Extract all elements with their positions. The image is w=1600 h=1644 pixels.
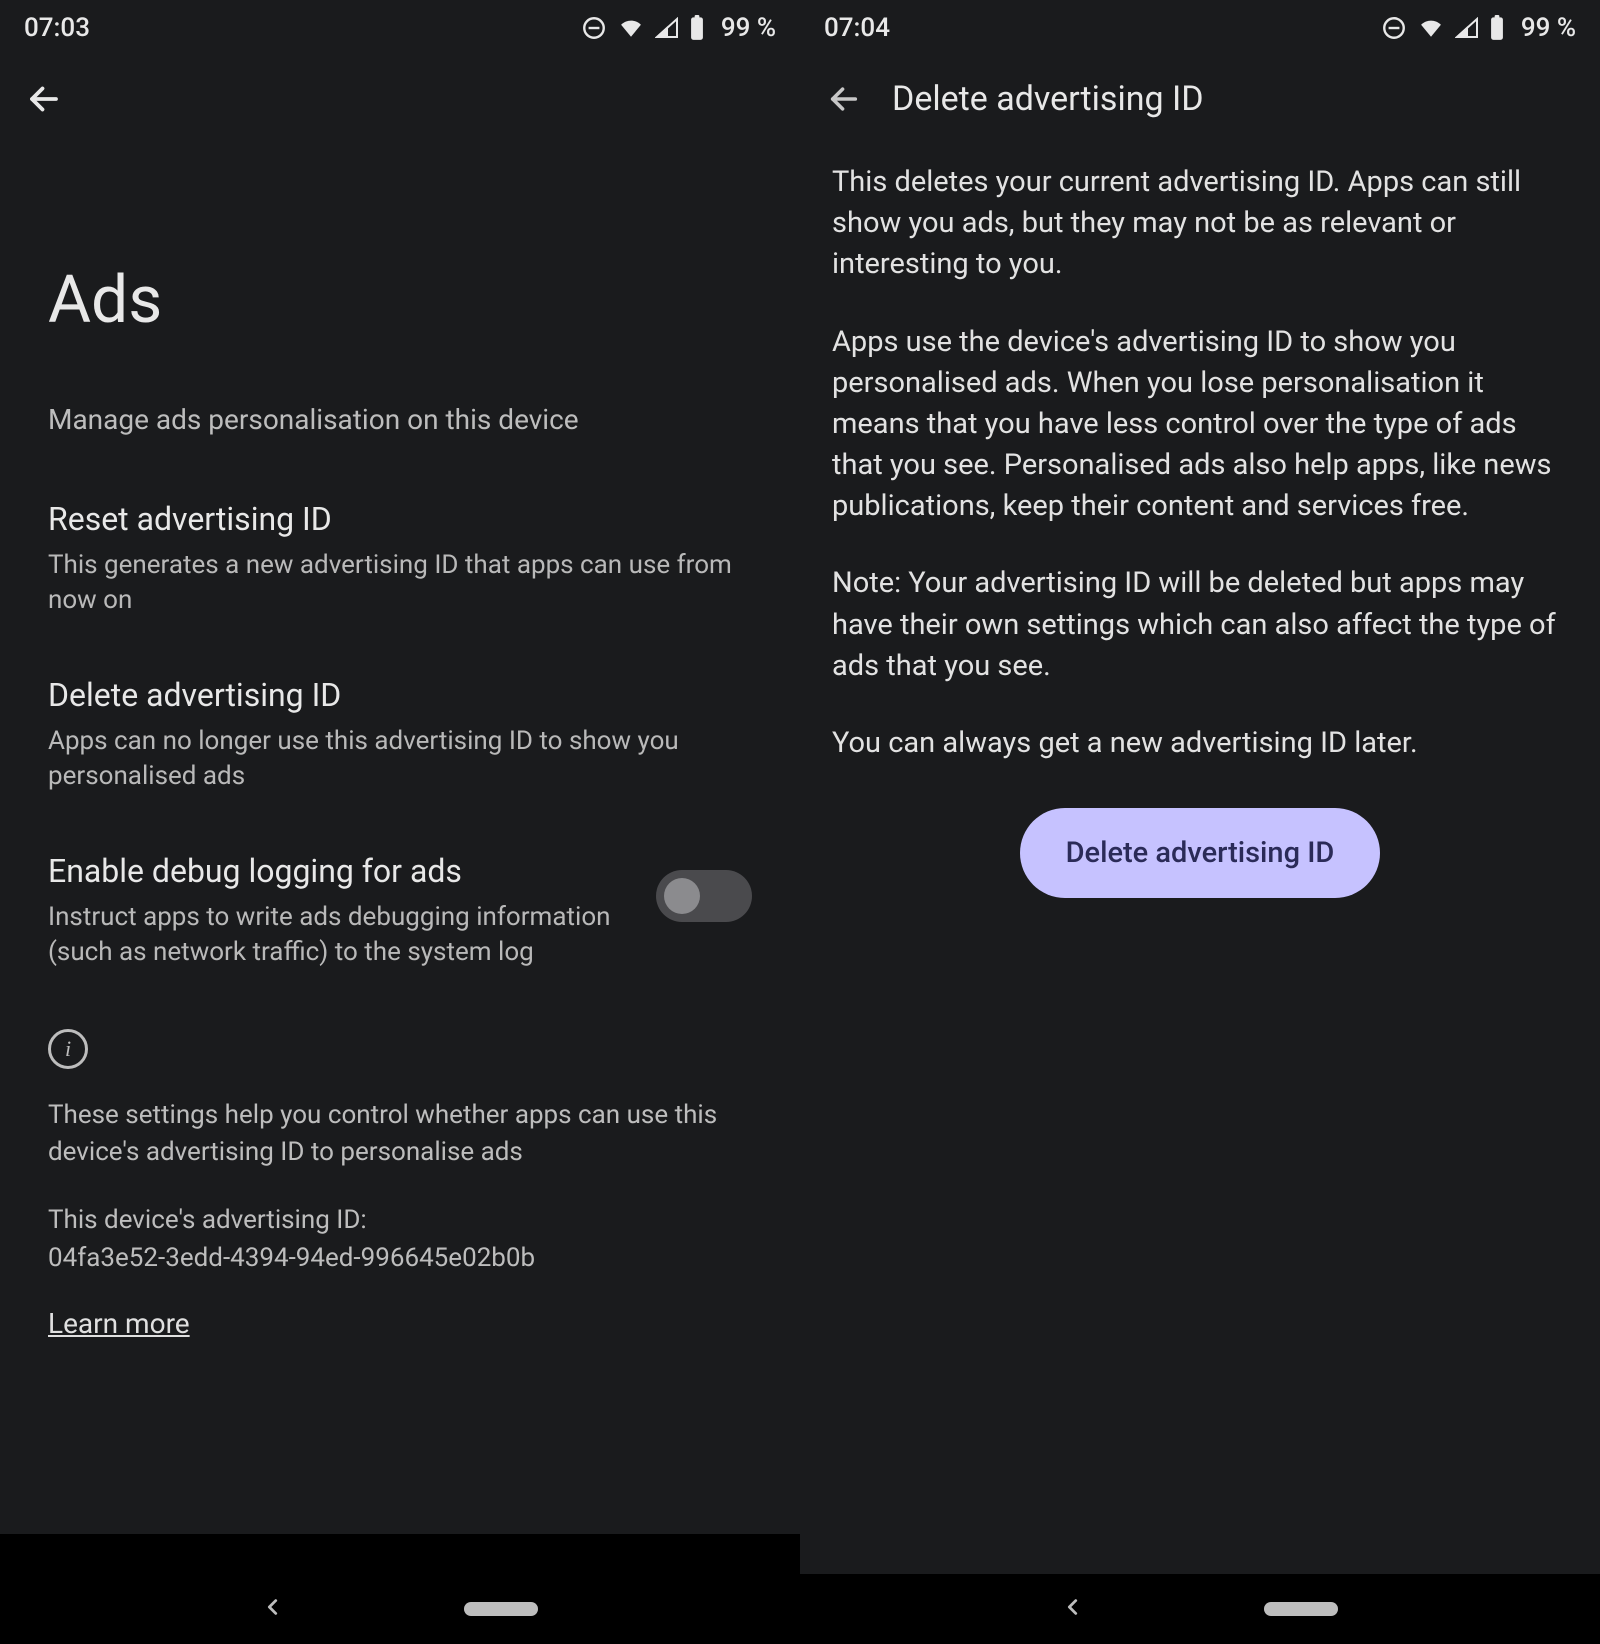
screenshot-right: 07:04 99 % Delete advertising ID This de… <box>800 0 1600 1644</box>
setting-desc: Instruct apps to write ads debugging inf… <box>48 900 636 970</box>
setting-reset-ad-id[interactable]: Reset advertising ID This generates a ne… <box>48 500 752 618</box>
ad-id-label: This device's advertising ID: <box>48 1205 367 1235</box>
wifi-icon <box>1417 17 1445 39</box>
battery-percent: 99 % <box>721 13 776 43</box>
do-not-disturb-icon <box>1381 15 1407 41</box>
bottom-strip <box>0 1534 800 1574</box>
info-icon: i <box>48 1029 88 1069</box>
do-not-disturb-icon <box>581 15 607 41</box>
nav-bar <box>0 1574 800 1644</box>
nav-back-button[interactable] <box>262 1596 284 1622</box>
status-bar: 07:04 99 % <box>800 0 1600 56</box>
arrow-back-icon <box>26 81 62 117</box>
setting-delete-ad-id[interactable]: Delete advertising ID Apps can no longer… <box>48 676 752 794</box>
chevron-left-icon <box>1062 1596 1084 1618</box>
app-bar: Delete advertising ID <box>800 56 1600 142</box>
page-title: Ads <box>48 262 752 339</box>
learn-more-link[interactable]: Learn more <box>48 1307 190 1340</box>
content: Ads Manage ads personalisation on this d… <box>0 142 800 1644</box>
status-bar: 07:03 99 % <box>0 0 800 56</box>
setting-title: Enable debug logging for ads <box>48 852 636 890</box>
delete-ad-id-button[interactable]: Delete advertising ID <box>1020 808 1381 898</box>
chevron-left-icon <box>262 1596 284 1618</box>
content: This deletes your current advertising ID… <box>800 142 1600 1644</box>
setting-title: Delete advertising ID <box>48 676 752 714</box>
nav-home-pill[interactable] <box>1264 1602 1338 1616</box>
nav-bar <box>800 1574 1600 1644</box>
ad-id-value: 04fa3e52-3edd-4394-94ed-996645e02b0b <box>48 1243 535 1273</box>
appbar-title: Delete advertising ID <box>892 79 1204 119</box>
paragraph: This deletes your current advertising ID… <box>832 162 1568 286</box>
setting-desc: This generates a new advertising ID that… <box>48 548 752 618</box>
setting-title: Reset advertising ID <box>48 500 752 538</box>
battery-icon <box>1489 15 1505 41</box>
debug-logging-toggle[interactable] <box>656 870 752 922</box>
arrow-back-icon <box>827 82 861 116</box>
setting-desc: Apps can no longer use this advertising … <box>48 724 752 794</box>
status-time: 07:03 <box>24 13 90 43</box>
status-icons: 99 % <box>581 13 776 43</box>
battery-icon <box>689 15 705 41</box>
app-bar <box>0 56 800 142</box>
battery-percent: 99 % <box>1521 13 1576 43</box>
toggle-knob <box>664 878 700 914</box>
info-row: i <box>48 1029 752 1069</box>
nav-home-pill[interactable] <box>464 1602 538 1616</box>
paragraph: You can always get a new advertising ID … <box>832 723 1568 764</box>
back-button[interactable] <box>824 79 864 119</box>
status-time: 07:04 <box>824 13 890 43</box>
nav-back-button[interactable] <box>1062 1596 1084 1622</box>
setting-debug-logging[interactable]: Enable debug logging for ads Instruct ap… <box>48 852 752 970</box>
signal-icon <box>655 17 679 39</box>
screenshot-left: 07:03 99 % Ads Manage ads personalisatio… <box>0 0 800 1644</box>
signal-icon <box>1455 17 1479 39</box>
wifi-icon <box>617 17 645 39</box>
back-button[interactable] <box>24 79 64 119</box>
info-text: These settings help you control whether … <box>48 1097 752 1172</box>
status-icons: 99 % <box>1381 13 1576 43</box>
page-subtitle: Manage ads personalisation on this devic… <box>48 403 752 436</box>
paragraph: Note: Your advertising ID will be delete… <box>832 563 1568 687</box>
paragraph: Apps use the device's advertising ID to … <box>832 322 1568 528</box>
ad-id-block: This device's advertising ID: 04fa3e52-3… <box>48 1202 752 1277</box>
